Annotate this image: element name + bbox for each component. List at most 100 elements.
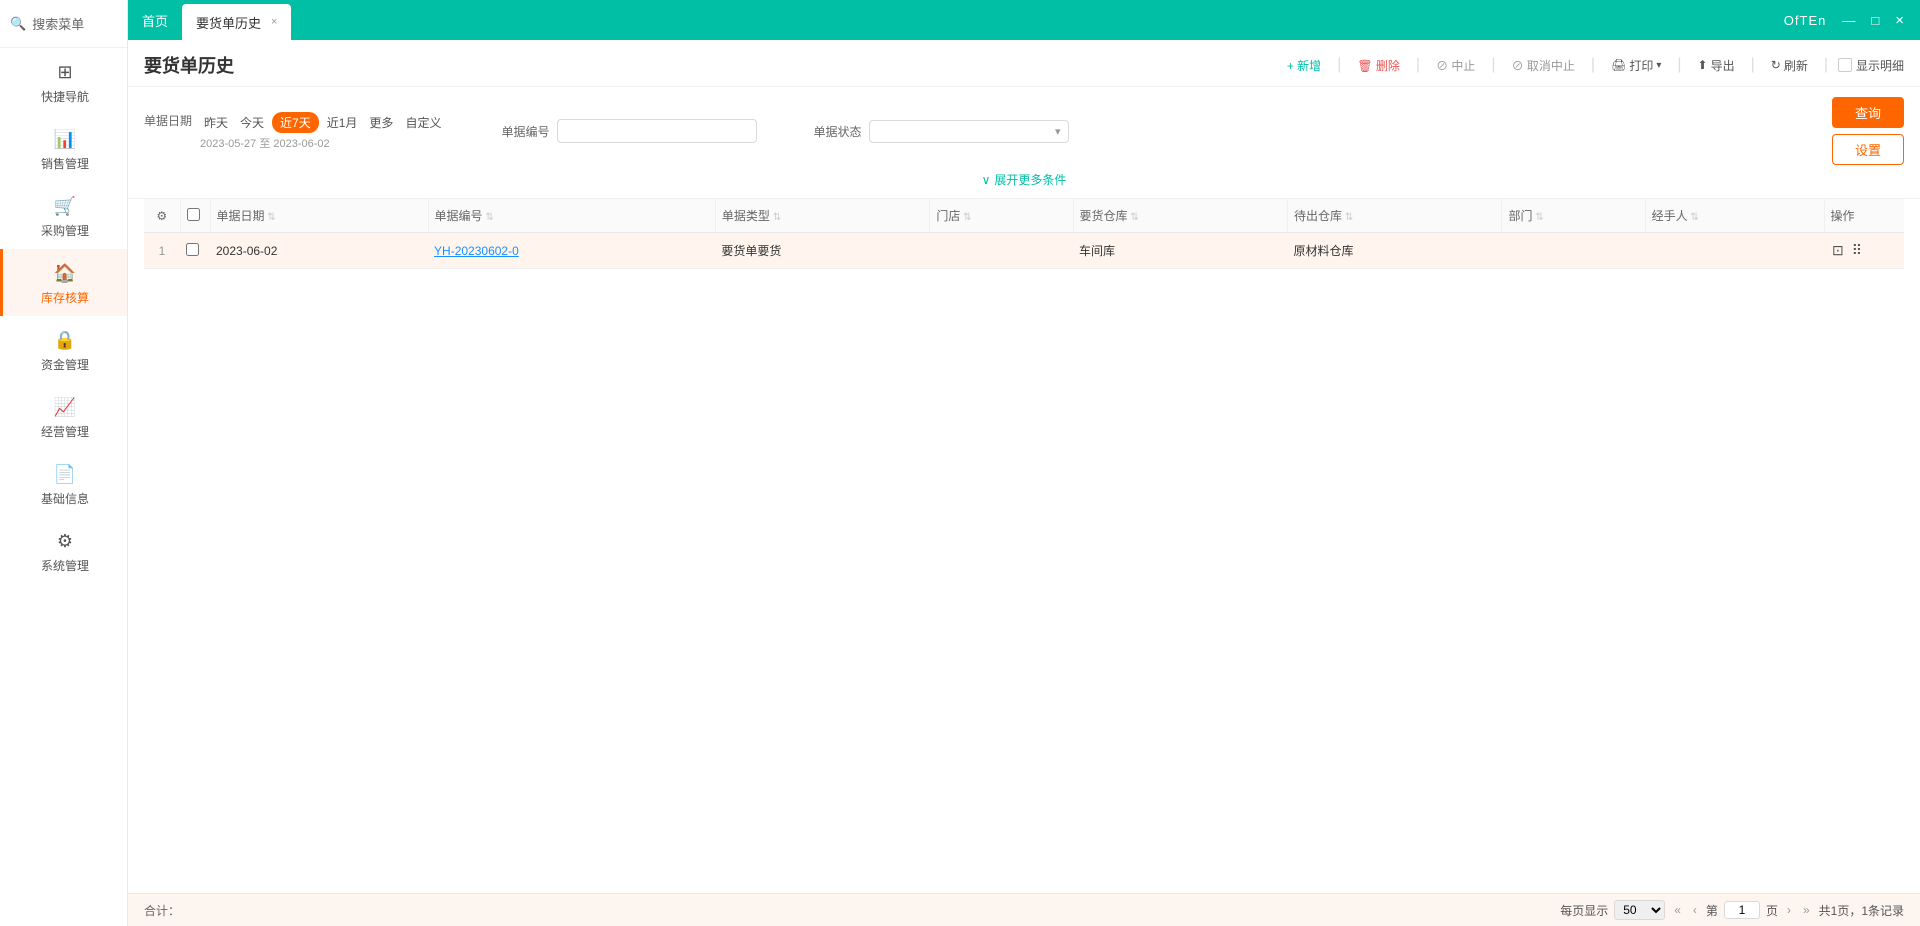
doc-status-filter: 单据状态 ▾ <box>813 120 1069 143</box>
show-detail-toggle[interactable]: 显示明细 <box>1838 57 1904 74</box>
more-icon[interactable]: ⠿ <box>1850 240 1864 261</box>
doc-status-label: 单据状态 <box>813 123 861 140</box>
th-store[interactable]: 门店 <box>930 199 1073 233</box>
sidebar-item-inventory[interactable]: 🏠库存核算 <box>0 249 127 316</box>
doc-no-filter: 单据编号 <box>501 119 757 143</box>
export-icon: ⬆ <box>1698 58 1708 72</box>
sidebar-item-finance-mgmt[interactable]: 🔒 资金管理 <box>0 316 127 383</box>
system-mgmt-icon: ⚙ <box>57 531 73 552</box>
topbar-right: OfTEn — □ × <box>1784 12 1920 29</box>
doc-no-input[interactable] <box>557 119 757 143</box>
date-options: 昨天今天近7天近1月更多自定义 2023-05-27 至 2023-06-02 <box>200 112 445 151</box>
sidebar-item-system-mgmt[interactable]: ⚙ 系统管理 <box>0 517 127 584</box>
date-filter-group: 单据日期 昨天今天近7天近1月更多自定义 2023-05-27 至 2023-0… <box>144 112 445 151</box>
refresh-button[interactable]: ↻ 刷新 <box>1765 53 1814 78</box>
date-range-display: 2023-05-27 至 2023-06-02 <box>200 135 445 151</box>
date-btn-近7天[interactable]: 近7天 <box>272 112 319 133</box>
export-button[interactable]: ⬆ 导出 <box>1692 53 1741 78</box>
row-doc-no: YH-20230602-0 <box>428 233 715 269</box>
page-label: 第 <box>1706 902 1718 919</box>
sidebar-search-label: 搜索菜单 <box>32 14 84 33</box>
brand-label: OfTEn <box>1784 13 1827 28</box>
table-header-row: ⚙ 单据日期 单据编号 单据类型 门店 要货仓库 待出仓库 部门 经手人 操 <box>144 199 1904 233</box>
quick-nav-label: 快捷导航 <box>41 88 89 105</box>
row-ops-cell: ⊡ ⠿ <box>1824 233 1904 269</box>
sidebar-item-quick-nav[interactable]: ⊞快捷导航 <box>0 48 127 115</box>
sidebar-item-basic-info[interactable]: 📄基础信息 <box>0 450 127 517</box>
topbar: 首页 要货单历史 × OfTEn — □ × <box>128 0 1920 40</box>
print-icon: 🖨 <box>1611 58 1626 72</box>
search-icon: 🔍 <box>10 16 26 32</box>
purchase-mgmt-icon: 🛒 <box>54 196 76 217</box>
th-settings[interactable]: ⚙ <box>144 199 180 233</box>
main-area: 首页 要货单历史 × OfTEn — □ × 要货单历史 + 新增 | 🗑 删除… <box>128 0 1920 926</box>
dropdown-icon: ▾ <box>1055 125 1061 138</box>
view-icon[interactable]: ⊡ <box>1830 240 1846 261</box>
row-checkbox[interactable] <box>186 243 199 256</box>
tab-home[interactable]: 首页 <box>128 0 182 40</box>
tab-close-icon[interactable]: × <box>271 16 277 28</box>
delete-button[interactable]: 🗑 删除 <box>1351 53 1406 78</box>
maximize-icon[interactable]: □ <box>1871 13 1879 28</box>
next-page-btn[interactable]: › <box>1784 902 1794 918</box>
doc-no-link[interactable]: YH-20230602-0 <box>434 244 519 258</box>
new-button[interactable]: + 新增 <box>1281 53 1327 78</box>
stop-button[interactable]: ⊘ 中止 <box>1430 53 1481 78</box>
query-button[interactable]: 查询 <box>1832 97 1904 128</box>
system-mgmt-label: 系统管理 <box>41 557 89 574</box>
row-store <box>930 233 1073 269</box>
date-btn-更多[interactable]: 更多 <box>365 113 397 132</box>
print-button[interactable]: 🖨 🖨 打印 打印 ▾ <box>1605 53 1667 78</box>
filter-area: 单据日期 昨天今天近7天近1月更多自定义 2023-05-27 至 2023-0… <box>128 87 1920 199</box>
refresh-icon: ↻ <box>1771 58 1781 72</box>
page-input[interactable] <box>1724 901 1760 919</box>
close-window-icon[interactable]: × <box>1895 12 1904 29</box>
th-ops: 操作 <box>1824 199 1904 233</box>
th-req-warehouse[interactable]: 要货仓库 <box>1073 199 1287 233</box>
doc-no-label: 单据编号 <box>501 123 549 140</box>
last-page-btn[interactable]: » <box>1800 902 1813 918</box>
pagination: 每页显示 102050100 « ‹ 第 页 › » 共1页，1条记录 <box>1560 900 1904 920</box>
basic-info-label: 基础信息 <box>41 490 89 507</box>
prev-page-btn[interactable]: ‹ <box>1690 902 1700 918</box>
sidebar-item-operations-mgmt[interactable]: 📈经营管理 <box>0 383 127 450</box>
show-detail-checkbox[interactable] <box>1838 58 1852 72</box>
doc-status-select[interactable]: ▾ <box>869 120 1069 143</box>
expand-more-btn[interactable]: ∨ 展开更多条件 <box>144 171 1904 188</box>
th-doc-date[interactable]: 单据日期 <box>210 199 428 233</box>
print-dropdown-icon[interactable]: ▾ <box>1656 60 1661 71</box>
th-dept[interactable]: 部门 <box>1502 199 1645 233</box>
per-page-select[interactable]: 102050100 <box>1614 900 1665 920</box>
doc-date-label: 单据日期 <box>144 112 192 129</box>
finance-mgmt-label: 资金管理 <box>41 356 89 373</box>
page-title: 要货单历史 <box>144 52 234 78</box>
date-btn-今天[interactable]: 今天 <box>236 113 268 132</box>
settings-button[interactable]: 设置 <box>1832 134 1904 165</box>
cancel-stop-button[interactable]: ⊘ 取消中止 <box>1506 53 1581 78</box>
th-checkbox <box>180 199 210 233</box>
per-page-label: 每页显示 <box>1560 902 1608 919</box>
sales-mgmt-label: 销售管理 <box>41 155 89 172</box>
purchase-mgmt-label: 采购管理 <box>41 222 89 239</box>
finance-mgmt-icon: 🔒 <box>54 330 76 351</box>
minimize-icon[interactable]: — <box>1842 13 1855 28</box>
gear-icon[interactable]: ⚙ <box>156 209 167 223</box>
page-content: 要货单历史 + 新增 | 🗑 删除 | ⊘ 中止 | ⊘ 取消中止 | 🖨 🖨 … <box>128 40 1920 926</box>
date-btn-自定义[interactable]: 自定义 <box>401 113 445 132</box>
th-doc-no[interactable]: 单据编号 <box>428 199 715 233</box>
select-all-checkbox[interactable] <box>187 208 200 221</box>
table-area: ⚙ 单据日期 单据编号 单据类型 门店 要货仓库 待出仓库 部门 经手人 操 <box>128 199 1920 893</box>
sidebar-search[interactable]: 🔍 搜索菜单 <box>0 0 127 48</box>
date-btn-近1月[interactable]: 近1月 <box>323 113 362 132</box>
th-doc-type[interactable]: 单据类型 <box>715 199 929 233</box>
row-req-warehouse: 车间库 <box>1073 233 1287 269</box>
first-page-btn[interactable]: « <box>1671 902 1684 918</box>
sidebar-item-sales-mgmt[interactable]: 📊销售管理 <box>0 115 127 182</box>
header-actions: + 新增 | 🗑 删除 | ⊘ 中止 | ⊘ 取消中止 | 🖨 🖨 打印 打印 … <box>1281 53 1904 78</box>
th-pending-warehouse[interactable]: 待出仓库 <box>1288 199 1502 233</box>
sidebar-item-purchase-mgmt[interactable]: 🛒 采购管理 <box>0 182 127 249</box>
tab-active[interactable]: 要货单历史 × <box>182 4 291 40</box>
th-handler[interactable]: 经手人 <box>1645 199 1824 233</box>
row-doc-type: 要货单要货 <box>715 233 929 269</box>
date-btn-昨天[interactable]: 昨天 <box>200 113 232 132</box>
